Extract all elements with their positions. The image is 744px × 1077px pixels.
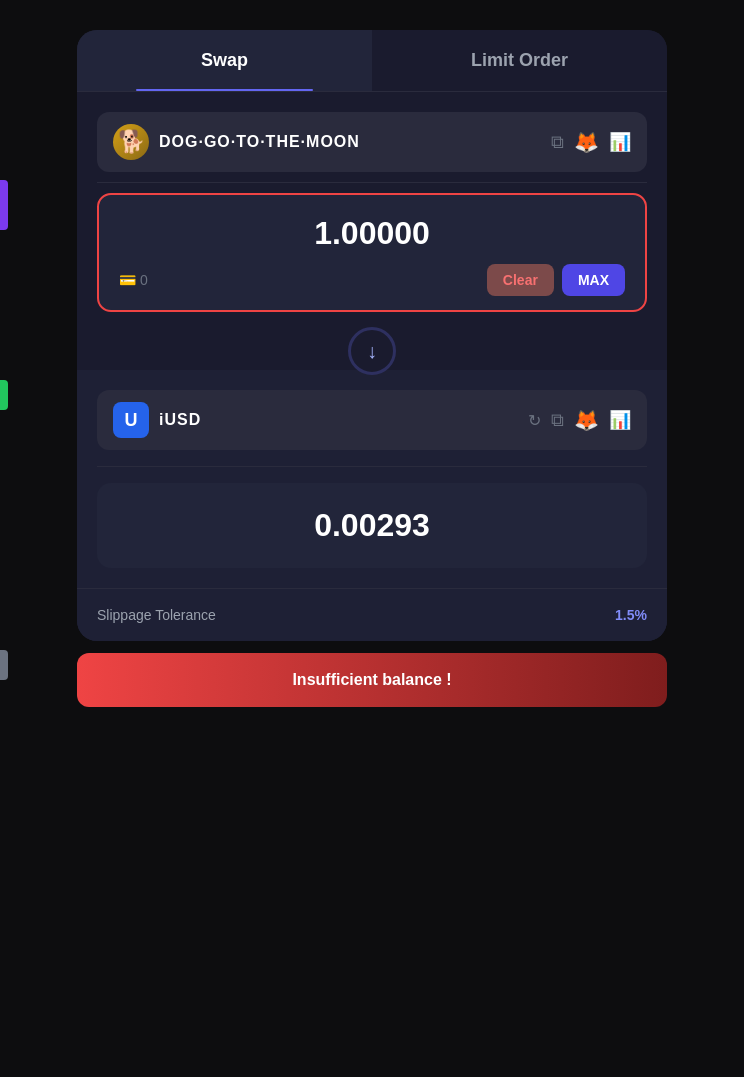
- to-token-action-icons: ⧉ 🦊 📊: [551, 408, 631, 432]
- token-action-icons: ⧉ 🦊 📊: [551, 130, 631, 154]
- iusd-icon: U: [113, 402, 149, 438]
- tab-swap[interactable]: Swap: [77, 30, 372, 91]
- wallet-icon: 💳: [119, 272, 136, 288]
- from-token-name: DOG·GO·TO·THE·MOON: [159, 133, 541, 151]
- chart-icon[interactable]: 📊: [609, 131, 631, 153]
- from-token-section: 🐕 DOG·GO·TO·THE·MOON ⧉ 🦊 📊: [77, 92, 667, 182]
- copy-icon[interactable]: ⧉: [551, 132, 564, 153]
- amount-value-display: 1.00000: [119, 215, 625, 252]
- max-button[interactable]: MAX: [562, 264, 625, 296]
- iusd-icon-label: U: [125, 410, 138, 431]
- to-token-name: iUSD: [159, 411, 518, 429]
- balance-display: 💳 0: [119, 272, 148, 288]
- accent-bar-green: [0, 380, 8, 410]
- dog-emoji-icon: 🐕: [118, 129, 145, 155]
- balance-value: 0: [140, 272, 148, 288]
- slippage-section: Slippage Tolerance 1.5%: [77, 588, 667, 641]
- slippage-value: 1.5%: [615, 607, 647, 623]
- clear-button[interactable]: Clear: [487, 264, 554, 296]
- to-metamask-icon[interactable]: 🦊: [574, 408, 599, 432]
- to-token-selector[interactable]: U iUSD ↻ ⧉ 🦊 📊: [97, 390, 647, 450]
- to-copy-icon[interactable]: ⧉: [551, 410, 564, 431]
- swap-direction-button[interactable]: ↓: [348, 327, 396, 375]
- metamask-icon[interactable]: 🦊: [574, 130, 599, 154]
- down-arrow-icon: ↓: [367, 340, 377, 363]
- from-token-avatar: 🐕: [113, 124, 149, 160]
- to-amount-value: 0.00293: [117, 507, 627, 544]
- to-section: U iUSD ↻ ⧉ 🦊 📊 0.00293: [77, 370, 667, 641]
- accent-bar-purple: [0, 180, 8, 230]
- divider-to: [97, 466, 647, 467]
- insufficient-balance-text: Insufficient balance !: [292, 671, 451, 688]
- to-chart-icon[interactable]: 📊: [609, 409, 631, 431]
- tabs-container: Swap Limit Order: [77, 30, 667, 92]
- slippage-label: Slippage Tolerance: [97, 607, 216, 623]
- to-token-area: U iUSD ↻ ⧉ 🦊 📊 0.00293: [77, 370, 667, 588]
- amount-input-box[interactable]: 1.00000 💳 0 Clear MAX: [97, 193, 647, 312]
- from-token-selector[interactable]: 🐕 DOG·GO·TO·THE·MOON ⧉ 🦊 📊: [97, 112, 647, 172]
- accent-bar-mid: [0, 650, 8, 680]
- page-wrapper: Swap Limit Order 🐕 DOG·GO·TO·THE·MOON ⧉ …: [0, 0, 744, 1077]
- swap-card: Swap Limit Order 🐕 DOG·GO·TO·THE·MOON ⧉ …: [77, 30, 667, 641]
- amount-section: 1.00000 💳 0 Clear MAX: [77, 183, 667, 332]
- refresh-icon[interactable]: ↻: [528, 411, 541, 430]
- to-amount-box: 0.00293: [97, 483, 647, 568]
- tab-limit-order[interactable]: Limit Order: [372, 30, 667, 91]
- insufficient-balance-banner[interactable]: Insufficient balance !: [77, 653, 667, 707]
- swap-direction-container: ↓: [77, 327, 667, 375]
- amount-controls: 💳 0 Clear MAX: [119, 264, 625, 296]
